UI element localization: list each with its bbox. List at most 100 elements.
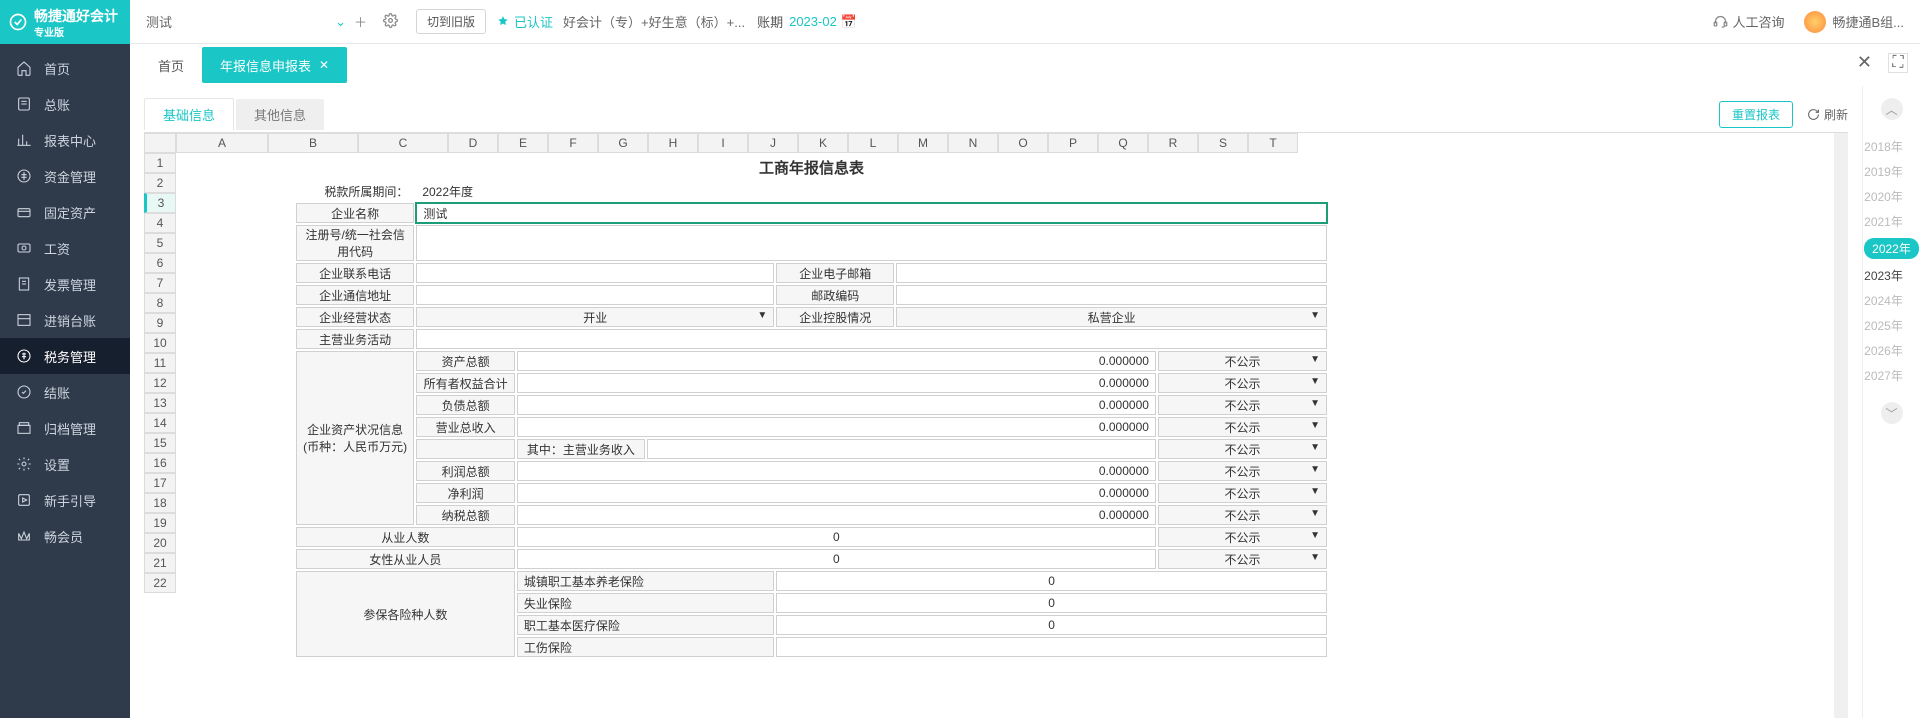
year-2026年[interactable]: 2026年 — [1864, 342, 1919, 359]
sidebar-item-11[interactable]: 设置 — [0, 446, 130, 482]
asset-value-cell[interactable]: 0.000000 — [517, 461, 1156, 481]
tab-close-icon[interactable]: ✕ — [319, 58, 329, 72]
sidebar-item-0[interactable]: 首页 — [0, 50, 130, 86]
col-header-A[interactable]: A — [176, 133, 268, 153]
row-number-18[interactable]: 18 — [144, 493, 176, 513]
asset-value-cell[interactable]: 0.000000 — [517, 505, 1156, 525]
col-header-E[interactable]: E — [498, 133, 548, 153]
user-name[interactable]: 畅捷通B组... — [1832, 12, 1904, 31]
asset-value-cell[interactable]: 0.000000 — [517, 373, 1156, 393]
row-number-19[interactable]: 19 — [144, 513, 176, 533]
sidebar-item-8[interactable]: 税务管理 — [0, 338, 130, 374]
row-number-5[interactable]: 5 — [144, 233, 176, 253]
row-number-17[interactable]: 17 — [144, 473, 176, 493]
switch-old-button[interactable]: 切到旧版 — [416, 9, 486, 34]
disclose-select[interactable]: 不公示▼ — [1158, 351, 1327, 371]
row-number-4[interactable]: 4 — [144, 213, 176, 233]
row-number-9[interactable]: 9 — [144, 313, 176, 333]
sidebar-item-7[interactable]: 进销台账 — [0, 302, 130, 338]
period-calendar-icon[interactable]: 📅 — [841, 14, 857, 30]
col-header-S[interactable]: S — [1198, 133, 1248, 153]
col-header-P[interactable]: P — [1048, 133, 1098, 153]
row-number-13[interactable]: 13 — [144, 393, 176, 413]
sidebar-item-13[interactable]: 畅会员 — [0, 518, 130, 554]
col-header-J[interactable]: J — [748, 133, 798, 153]
col-header-N[interactable]: N — [948, 133, 998, 153]
disclose-select[interactable]: 不公示▼ — [1158, 483, 1327, 503]
col-header-T[interactable]: T — [1248, 133, 1298, 153]
sidebar-item-1[interactable]: 总账 — [0, 86, 130, 122]
asset-value-cell[interactable] — [647, 439, 1156, 459]
sidebar-item-10[interactable]: 归档管理 — [0, 410, 130, 446]
col-header-R[interactable]: R — [1148, 133, 1198, 153]
operation-status-select[interactable]: 开业▼ — [416, 307, 774, 327]
reg-number-cell[interactable] — [416, 225, 1327, 261]
row-number-15[interactable]: 15 — [144, 433, 176, 453]
row-number-20[interactable]: 20 — [144, 533, 176, 553]
disclose-select[interactable]: 不公示▼ — [1158, 461, 1327, 481]
asset-value-cell[interactable]: 0.000000 — [517, 351, 1156, 371]
period-value[interactable]: 2023-02 — [789, 14, 837, 29]
refresh-button[interactable]: 刷新 — [1807, 106, 1848, 123]
sidebar-item-2[interactable]: 报表中心 — [0, 122, 130, 158]
asset-value-cell[interactable]: 0.000000 — [517, 483, 1156, 503]
insurance-value-cell[interactable]: 0 — [776, 571, 1327, 591]
settings-icon[interactable] — [383, 13, 398, 31]
email-cell[interactable] — [896, 263, 1327, 283]
disclose-select[interactable]: 不公示▼ — [1158, 373, 1327, 393]
disclose-select[interactable]: 不公示▼ — [1158, 417, 1327, 437]
tab-annual-report[interactable]: 年报信息申报表 ✕ — [202, 47, 347, 83]
disclose-select[interactable]: 不公示▼ — [1158, 395, 1327, 415]
sidebar-item-3[interactable]: 资金管理 — [0, 158, 130, 194]
sidebar-item-9[interactable]: 结账 — [0, 374, 130, 410]
female-employee-cell[interactable]: 0 — [517, 549, 1156, 569]
insurance-value-cell[interactable] — [776, 637, 1327, 657]
phone-cell[interactable] — [416, 263, 774, 283]
asset-value-cell[interactable]: 0.000000 — [517, 417, 1156, 437]
row-number-3[interactable]: 3 — [144, 193, 176, 213]
year-2018年[interactable]: 2018年 — [1864, 138, 1919, 155]
row-number-16[interactable]: 16 — [144, 453, 176, 473]
disclose-select[interactable]: 不公示▼ — [1158, 505, 1327, 525]
year-2019年[interactable]: 2019年 — [1864, 163, 1919, 180]
row-number-22[interactable]: 22 — [144, 573, 176, 593]
main-business-cell[interactable] — [416, 329, 1327, 349]
col-header-K[interactable]: K — [798, 133, 848, 153]
col-header-F[interactable]: F — [548, 133, 598, 153]
spreadsheet[interactable]: ABCDEFGHIJKLMNOPQRST 1234567891011121314… — [144, 132, 1848, 718]
col-header-C[interactable]: C — [358, 133, 448, 153]
row-number-2[interactable]: 2 — [144, 173, 176, 193]
sidebar-item-12[interactable]: 新手引导 — [0, 482, 130, 518]
col-header-O[interactable]: O — [998, 133, 1048, 153]
row-number-6[interactable]: 6 — [144, 253, 176, 273]
avatar[interactable] — [1804, 11, 1826, 33]
year-2023年[interactable]: 2023年 — [1864, 267, 1919, 284]
row-number-21[interactable]: 21 — [144, 553, 176, 573]
company-name-cell[interactable]: 测试 — [416, 203, 1327, 223]
year-2025年[interactable]: 2025年 — [1864, 317, 1919, 334]
year-2021年[interactable]: 2021年 — [1864, 213, 1919, 230]
postal-cell[interactable] — [896, 285, 1327, 305]
add-button[interactable]: ＋ — [354, 12, 367, 31]
insurance-value-cell[interactable]: 0 — [776, 615, 1327, 635]
col-header-G[interactable]: G — [598, 133, 648, 153]
reset-report-button[interactable]: 重置报表 — [1719, 101, 1793, 128]
col-header-B[interactable]: B — [268, 133, 358, 153]
col-header-H[interactable]: H — [648, 133, 698, 153]
row-number-14[interactable]: 14 — [144, 413, 176, 433]
col-header-I[interactable]: I — [698, 133, 748, 153]
row-number-7[interactable]: 7 — [144, 273, 176, 293]
disclose-select[interactable]: 不公示▼ — [1158, 527, 1327, 547]
address-cell[interactable] — [416, 285, 774, 305]
asset-value-cell[interactable]: 0.000000 — [517, 395, 1156, 415]
close-all-tabs[interactable]: ✕ — [1853, 52, 1876, 73]
row-number-10[interactable]: 10 — [144, 333, 176, 353]
sidebar-item-6[interactable]: 发票管理 — [0, 266, 130, 302]
year-down-arrow[interactable]: ﹀ — [1881, 402, 1903, 424]
year-2024年[interactable]: 2024年 — [1864, 292, 1919, 309]
customer-service[interactable]: 人工咨询 — [1713, 12, 1784, 31]
sidebar-item-4[interactable]: 固定资产 — [0, 194, 130, 230]
year-2027年[interactable]: 2027年 — [1864, 367, 1919, 384]
subtab-basic[interactable]: 基础信息 — [144, 98, 234, 130]
company-selector[interactable]: 测试 ⌄ — [146, 12, 346, 31]
